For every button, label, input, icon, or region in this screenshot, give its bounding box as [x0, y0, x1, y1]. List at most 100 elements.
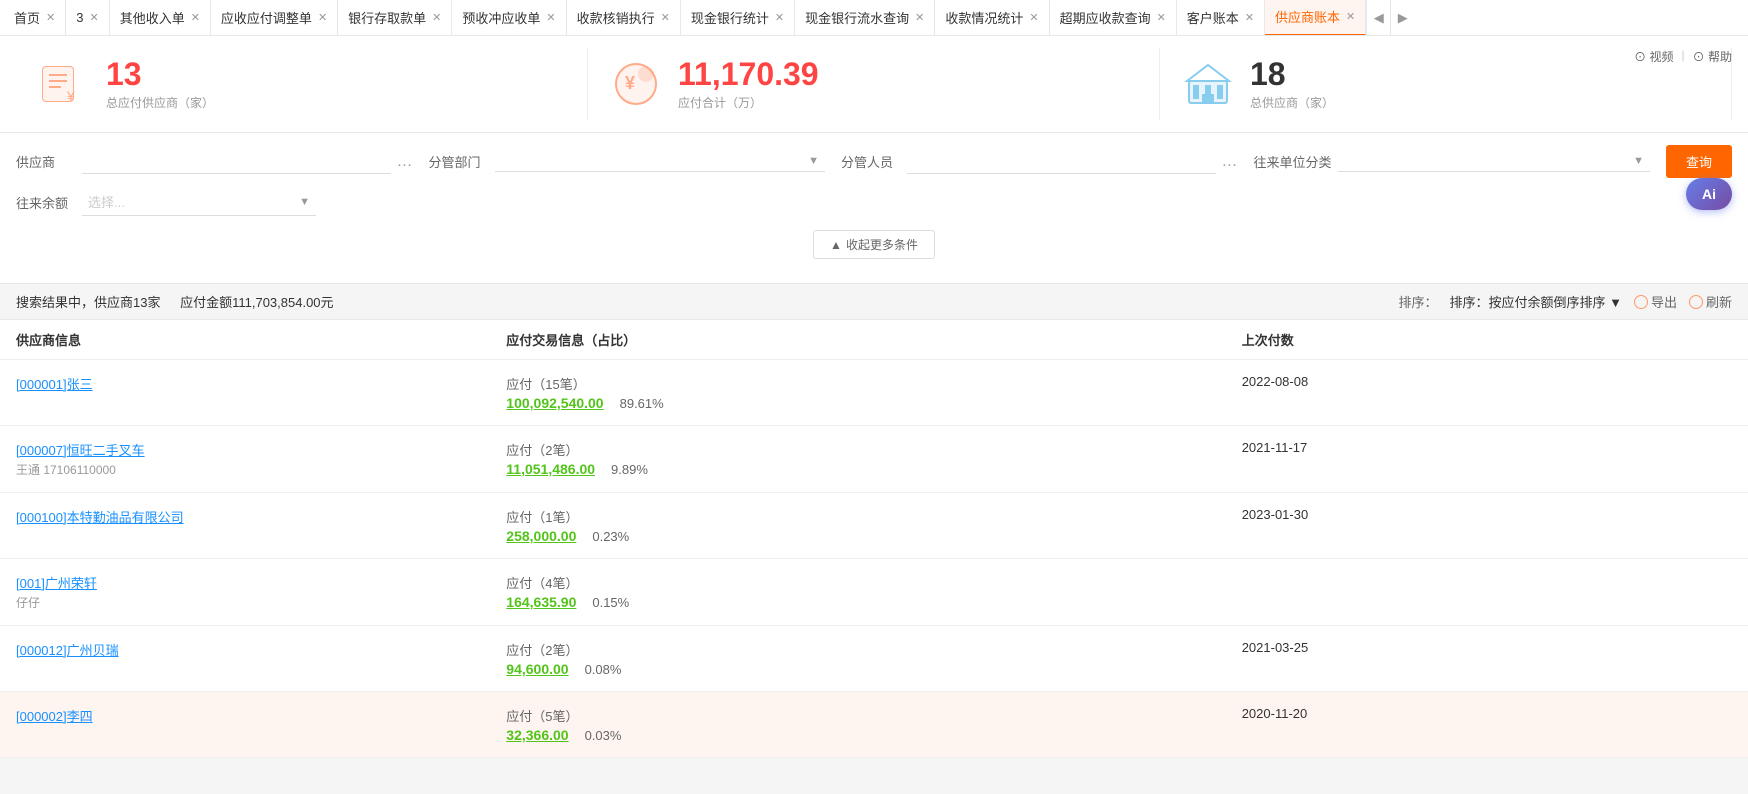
tx-row-1: 11,051,486.00 9.89% — [506, 459, 1241, 477]
tx-amount-1[interactable]: 11,051,486.00 — [506, 461, 595, 477]
nav-tab-overdue-ar[interactable]: 超期应收款查询 ✕ — [1050, 0, 1177, 36]
nav-tab-3[interactable]: 3 ✕ — [66, 0, 109, 36]
svg-text:¥: ¥ — [625, 73, 635, 93]
tx-amount-4[interactable]: 94,600.00 — [506, 661, 568, 677]
col-header-last-pay: 上次付数 — [1242, 330, 1732, 349]
refresh-button[interactable]: 刷新 — [1689, 292, 1732, 311]
tx-amount-3[interactable]: 164,635.90 — [506, 594, 576, 610]
nav-tab-cash-bank-flow[interactable]: 现金银行流水查询 ✕ — [795, 0, 935, 36]
ap-suppliers-text: 13 总应付供应商（家） — [106, 58, 214, 111]
nav-tab-cash-bank-stat-label: 现金银行统计 — [691, 8, 769, 27]
nav-tab-ar-ap-adjust-close[interactable]: ✕ — [318, 11, 327, 24]
sort-value: 排序：按应付余额倒序排序 — [1449, 295, 1605, 310]
person-filter-input[interactable] — [907, 150, 1216, 174]
last-pay-cell-0: 2022-08-08 — [1242, 374, 1732, 411]
nav-tab-collection-stat-close[interactable]: ✕ — [1029, 11, 1038, 24]
export-button[interactable]: 导出 — [1634, 292, 1677, 311]
tx-amount-0[interactable]: 100,092,540.00 — [506, 395, 603, 411]
results-amount: 应付金额111,703,854.00元 — [180, 295, 333, 310]
nav-tab-bank-deposit[interactable]: 银行存取款单 ✕ — [338, 0, 452, 36]
nav-tab-collection-exec-close[interactable]: ✕ — [661, 11, 670, 24]
table-header: 供应商信息 应付交易信息（占比） 上次付数 — [0, 320, 1748, 360]
supplier-link-5[interactable]: [000002]李四 — [16, 706, 506, 725]
ap-suppliers-icon: ¥ — [36, 56, 92, 112]
tx-label-5: 应付（5笔） — [506, 706, 1241, 725]
tx-percent-5: 0.03% — [585, 728, 622, 743]
transaction-cell-1: 应付（2笔） 11,051,486.00 9.89% — [506, 440, 1241, 478]
nav-tab-home-close[interactable]: ✕ — [46, 11, 55, 24]
nav-tab-prepay-offset[interactable]: 预收冲应收单 ✕ — [452, 0, 566, 36]
nav-tab-overdue-ar-label: 超期应收款查询 — [1060, 8, 1151, 27]
category-filter-item: 往来单位分类 ▼ — [1254, 151, 1651, 172]
col-header-transaction: 应付交易信息（占比） — [506, 330, 1241, 349]
last-pay-value-4: 2021-03-25 — [1242, 640, 1309, 655]
nav-tab-supplier-ledger-label: 供应商账本 — [1275, 7, 1340, 26]
tx-row-0: 100,092,540.00 89.61% — [506, 393, 1241, 411]
nav-tab-3-close[interactable]: ✕ — [89, 11, 98, 24]
nav-tab-collection-exec[interactable]: 收款核销执行 ✕ — [567, 0, 681, 36]
person-filter-dots[interactable]: … — [1222, 153, 1238, 171]
nav-tab-collection-exec-label: 收款核销执行 — [577, 8, 655, 27]
tx-amount-5[interactable]: 32,366.00 — [506, 727, 568, 743]
tx-amount-2[interactable]: 258,000.00 — [506, 528, 576, 544]
nav-tab-customer-ledger[interactable]: 客户账本 ✕ — [1177, 0, 1265, 36]
table-row: [000001]张三 应付（15笔） 100,092,540.00 89.61%… — [0, 360, 1748, 426]
top-navigation: 首页 ✕ 3 ✕ 其他收入单 ✕ 应收应付调整单 ✕ 银行存取款单 ✕ 预收冲应… — [0, 0, 1748, 36]
nav-tab-collection-stat[interactable]: 收款情况统计 ✕ — [935, 0, 1049, 36]
collapse-button[interactable]: ▲ 收起更多条件 — [813, 230, 935, 259]
supplier-link-1[interactable]: [000007]恒旺二手叉车 — [16, 440, 506, 459]
ap-amount-label: 应付合计（万） — [678, 94, 819, 111]
last-pay-value-1: 2021-11-17 — [1242, 440, 1308, 455]
supplier-filter-input[interactable] — [82, 150, 391, 174]
supplier-link-3[interactable]: [001]广州荣轩 — [16, 573, 506, 592]
results-actions: 排序： 排序：按应付余额倒序排序 ▼ 导出 刷新 — [1398, 292, 1732, 311]
ai-area: Ai — [1686, 178, 1732, 210]
nav-tab-cash-bank-stat-close[interactable]: ✕ — [775, 11, 784, 24]
nav-tab-overdue-ar-close[interactable]: ✕ — [1157, 11, 1166, 24]
supplier-sub-3: 仔仔 — [16, 594, 506, 611]
refresh-label: 刷新 — [1706, 292, 1732, 311]
supplier-link-4[interactable]: [000012]广州贝瑞 — [16, 640, 506, 659]
supplier-sub-1: 王通 17106110000 — [16, 461, 506, 478]
dept-filter-select[interactable]: ▼ — [495, 151, 826, 172]
tx-percent-4: 0.08% — [585, 662, 622, 677]
dept-filter-label: 分管部门 — [429, 152, 489, 171]
nav-tab-supplier-ledger[interactable]: 供应商账本 ✕ — [1265, 0, 1366, 36]
supplier-filter-label: 供应商 — [16, 152, 76, 171]
nav-tab-other-income[interactable]: 其他收入单 ✕ — [110, 0, 211, 36]
nav-tab-home[interactable]: 首页 ✕ — [4, 0, 66, 36]
category-filter-select[interactable]: ▼ — [1338, 151, 1650, 172]
nav-tab-other-income-label: 其他收入单 — [120, 8, 185, 27]
nav-tab-supplier-ledger-close[interactable]: ✕ — [1346, 10, 1355, 23]
nav-tab-prepay-offset-close[interactable]: ✕ — [546, 11, 555, 24]
query-button[interactable]: 查询 — [1666, 145, 1732, 178]
help-link[interactable]: ⊙ 帮助 — [1693, 48, 1732, 65]
nav-tab-bank-deposit-close[interactable]: ✕ — [432, 11, 441, 24]
supplier-link-0[interactable]: [000001]张三 — [16, 374, 506, 393]
balance-filter-label: 往来余额 — [16, 193, 76, 212]
video-link[interactable]: ⊙ 视频 — [1634, 48, 1673, 65]
supplier-link-2[interactable]: [000100]本特勤油品有限公司 — [16, 507, 506, 526]
nav-tab-other-income-close[interactable]: ✕ — [191, 11, 200, 24]
ap-amount-icon: ¥ — [608, 56, 664, 112]
last-pay-value-0: 2022-08-08 — [1242, 374, 1309, 389]
total-suppliers-label: 总供应商（家） — [1250, 94, 1334, 111]
filter-row-2: 往来余额 选择... ▼ — [16, 188, 1732, 216]
nav-tab-customer-ledger-close[interactable]: ✕ — [1245, 11, 1254, 24]
ai-button[interactable]: Ai — [1686, 178, 1732, 210]
table-row: [000002]李四 应付（5笔） 32,366.00 0.03% 2020-1… — [0, 692, 1748, 758]
nav-tab-cash-bank-stat[interactable]: 现金银行统计 ✕ — [681, 0, 795, 36]
summary-bar: ¥ 13 总应付供应商（家） ¥ 11,170.39 应付合计（万） — [0, 36, 1748, 133]
balance-filter-item: 往来余额 选择... ▼ — [16, 188, 316, 216]
nav-tab-ar-ap-adjust[interactable]: 应收应付调整单 ✕ — [211, 0, 338, 36]
sort-select[interactable]: 排序：按应付余额倒序排序 ▼ — [1449, 292, 1622, 311]
balance-filter-select[interactable]: 选择... ▼ — [82, 188, 316, 216]
nav-tab-cash-bank-flow-close[interactable]: ✕ — [915, 11, 924, 24]
export-label: 导出 — [1651, 292, 1677, 311]
nav-arrow-right[interactable]: ▶ — [1390, 0, 1414, 36]
table-row: [000012]广州贝瑞 应付（2笔） 94,600.00 0.08% 2021… — [0, 626, 1748, 692]
total-suppliers-icon — [1180, 56, 1236, 112]
nav-arrow-left[interactable]: ◀ — [1366, 0, 1390, 36]
supplier-filter-dots[interactable]: … — [397, 153, 413, 171]
person-filter-item: 分管人员 … — [841, 150, 1238, 174]
